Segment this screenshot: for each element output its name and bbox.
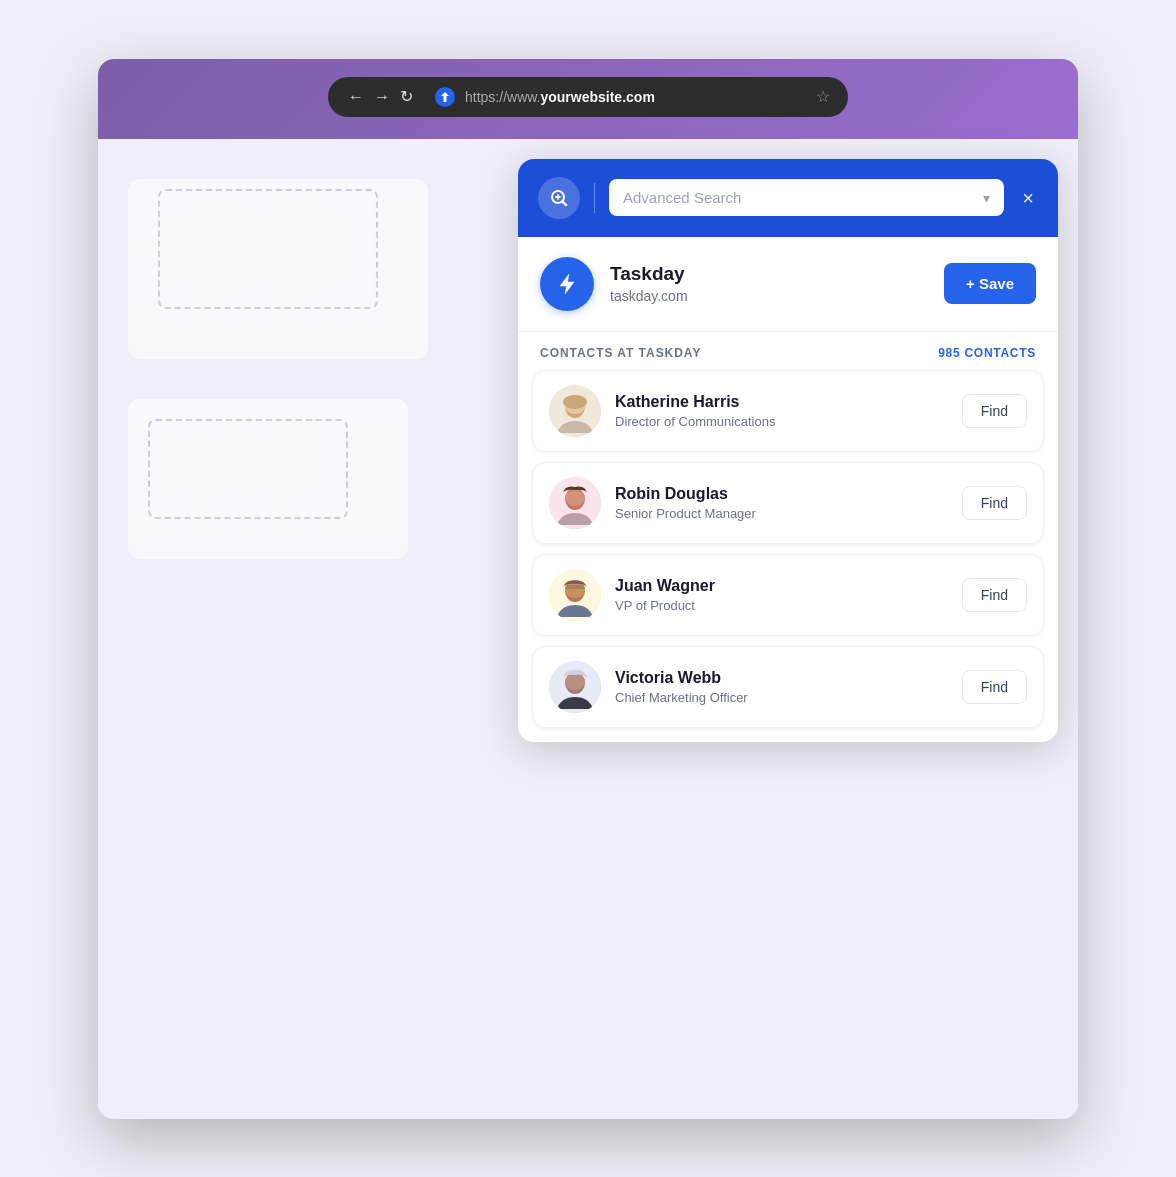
avatar-img-victoria <box>549 661 601 713</box>
search-header: Advanced Search ▾ × <box>518 159 1058 237</box>
browser-content: Advanced Search ▾ × Taskday taskday.com … <box>98 139 1078 1119</box>
contact-name-robin: Robin Douglas <box>615 485 948 503</box>
svg-rect-11 <box>565 585 585 589</box>
avatar-img-juan <box>549 569 601 621</box>
address-bar: ← → ↻ https://www.yourwebsite.com ☆ <box>328 77 848 117</box>
contact-info-robin: Robin Douglas Senior Product Manager <box>615 485 948 521</box>
contact-card-robin: Robin Douglas Senior Product Manager Fin… <box>532 462 1044 544</box>
header-divider <box>594 183 595 213</box>
contact-card-katherine: Katherine Harris Director of Communicati… <box>532 370 1044 452</box>
contacts-header: CONTACTS AT TASKDAY 985 CONTACTS <box>518 332 1058 370</box>
url-text[interactable]: https://www.yourwebsite.com <box>465 89 806 105</box>
bookmark-icon[interactable]: ☆ <box>816 87 830 106</box>
forward-button[interactable]: → <box>372 88 392 106</box>
find-button-robin[interactable]: Find <box>962 486 1027 520</box>
contact-card-juan: Juan Wagner VP of Product Find <box>532 554 1044 636</box>
find-button-victoria[interactable]: Find <box>962 670 1027 704</box>
refresh-button[interactable]: ↻ <box>398 87 415 106</box>
company-logo <box>540 257 594 311</box>
close-button[interactable]: × <box>1018 184 1038 212</box>
company-info: Taskday taskday.com <box>610 263 928 304</box>
search-input-container[interactable]: Advanced Search ▾ <box>609 179 1004 216</box>
browser-window: ← → ↻ https://www.yourwebsite.com ☆ <box>98 59 1078 1119</box>
contact-name-katherine: Katherine Harris <box>615 393 948 411</box>
avatar-robin <box>549 477 601 529</box>
contacts-at-label: CONTACTS AT TASKDAY <box>540 346 701 360</box>
search-icon-circle <box>538 177 580 219</box>
contact-title-juan: VP of Product <box>615 598 948 613</box>
browser-chrome: ← → ↻ https://www.yourwebsite.com ☆ <box>98 59 1078 139</box>
contacts-count: 985 CONTACTS <box>938 346 1036 360</box>
search-input-placeholder: Advanced Search <box>623 189 741 206</box>
svg-point-4 <box>563 395 587 409</box>
svg-point-10 <box>565 582 585 598</box>
contact-title-katherine: Director of Communications <box>615 414 948 429</box>
url-domain: yourwebsite.com <box>540 89 654 105</box>
contacts-list: Katherine Harris Director of Communicati… <box>518 370 1058 742</box>
bg-dotted-2 <box>148 419 348 519</box>
contact-name-victoria: Victoria Webb <box>615 669 948 687</box>
save-button[interactable]: + Save <box>944 263 1036 304</box>
back-button[interactable]: ← <box>346 88 366 106</box>
nav-buttons: ← → ↻ <box>346 87 415 106</box>
avatar-katherine <box>549 385 601 437</box>
svg-point-14 <box>565 674 585 690</box>
url-prefix: https://www. <box>465 89 540 105</box>
avatar-img-katherine <box>549 385 601 437</box>
company-domain: taskday.com <box>610 288 928 304</box>
contact-info-juan: Juan Wagner VP of Product <box>615 577 948 613</box>
contact-card-victoria: Victoria Webb Chief Marketing Officer Fi… <box>532 646 1044 728</box>
company-name: Taskday <box>610 263 928 285</box>
contact-title-victoria: Chief Marketing Officer <box>615 690 948 705</box>
find-button-juan[interactable]: Find <box>962 578 1027 612</box>
company-bolt-icon <box>553 270 581 298</box>
contact-name-juan: Juan Wagner <box>615 577 948 595</box>
avatar-victoria <box>549 661 601 713</box>
find-button-katherine[interactable]: Find <box>962 394 1027 428</box>
site-favicon <box>435 87 455 107</box>
chevron-down-icon: ▾ <box>983 190 990 206</box>
company-section: Taskday taskday.com + Save <box>518 237 1058 332</box>
avatar-juan <box>549 569 601 621</box>
avatar-img-robin <box>549 477 601 529</box>
search-panel: Advanced Search ▾ × Taskday taskday.com … <box>518 159 1058 742</box>
svg-point-7 <box>565 490 585 506</box>
bg-dotted-1 <box>158 189 378 309</box>
search-magnifier-icon <box>549 188 569 208</box>
contact-info-victoria: Victoria Webb Chief Marketing Officer <box>615 669 948 705</box>
contact-info-katherine: Katherine Harris Director of Communicati… <box>615 393 948 429</box>
contact-title-robin: Senior Product Manager <box>615 506 948 521</box>
